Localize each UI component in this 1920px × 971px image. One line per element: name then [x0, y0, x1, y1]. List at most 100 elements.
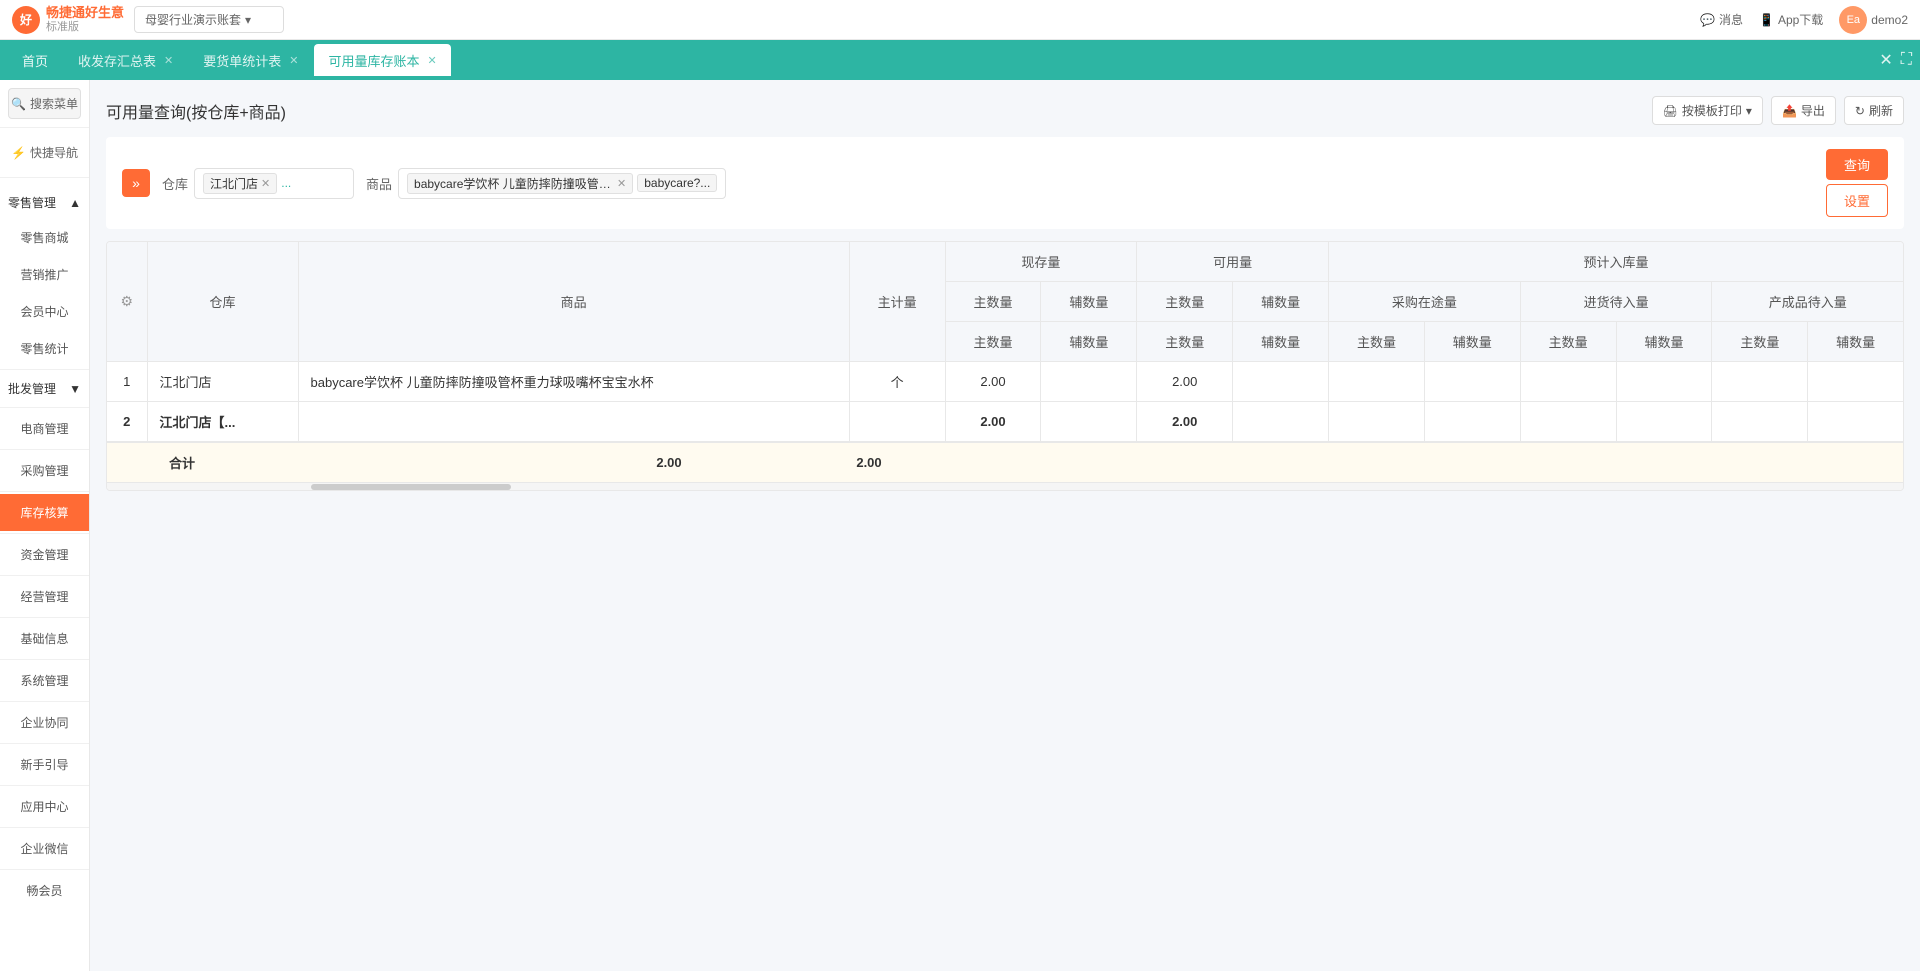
- sidebar-item-apps[interactable]: 应用中心: [0, 788, 89, 825]
- col-unit-header: 主计量: [849, 242, 945, 362]
- tab-close-available-stock[interactable]: ✕: [428, 54, 437, 67]
- sidebar-item-inventory[interactable]: 库存核算: [0, 494, 89, 531]
- col-production-pending-header: 产成品待入量: [1712, 282, 1903, 322]
- print-btn[interactable]: 🖨 按模板打印 ▾: [1652, 96, 1763, 125]
- cell-warehouse-2: 江北门店【...: [147, 402, 298, 442]
- search-menu-btn[interactable]: 🔍 搜索菜单: [8, 88, 81, 119]
- tab-close-receipts[interactable]: ✕: [164, 54, 173, 67]
- filter-expand-btn[interactable]: »: [122, 169, 150, 197]
- tab-bar-right: ✕ ⛶: [1879, 50, 1912, 70]
- sidebar-group-wholesale[interactable]: 批发管理 ▼: [0, 372, 89, 405]
- horizontal-scrollbar[interactable]: [107, 482, 1903, 490]
- cell-available-aux-2: [1233, 402, 1329, 442]
- sidebar-group-retail[interactable]: 零售管理 ▲: [0, 186, 89, 219]
- summary-current-main: 2.00: [619, 455, 719, 470]
- sidebar-item-retail-mall[interactable]: 零售商城: [0, 219, 89, 256]
- chevron-up-icon: ▲: [69, 196, 81, 210]
- settings-icon[interactable]: ⚙: [120, 293, 133, 309]
- close-window-icon[interactable]: ✕: [1879, 50, 1892, 70]
- search-icon: 🔍: [11, 97, 26, 111]
- expand-icon[interactable]: ⛶: [1901, 51, 1912, 69]
- settings-btn[interactable]: 设置: [1826, 184, 1888, 217]
- sidebar-item-purchase[interactable]: 采购管理: [0, 452, 89, 489]
- user-area[interactable]: Ea demo2: [1839, 6, 1908, 34]
- cell-production-aux-1: [1808, 362, 1903, 402]
- remove-product-tag-1[interactable]: ✕: [617, 177, 626, 190]
- sidebar-item-quick-nav[interactable]: ⚡ 快捷导航: [0, 136, 89, 169]
- remove-warehouse-tag[interactable]: ✕: [261, 177, 270, 190]
- col-current-main: 主数量: [945, 282, 1041, 322]
- cell-current-main-2: 2.00: [945, 402, 1041, 442]
- chevron-down-icon: ▼: [69, 382, 81, 396]
- cell-purchase-aux-2: [1424, 402, 1520, 442]
- col-warehouse-header: 仓库: [147, 242, 298, 362]
- cell-production-main-2: [1712, 402, 1808, 442]
- refresh-btn[interactable]: ↻ 刷新: [1844, 96, 1904, 125]
- col-current-aux: 辅数量: [1041, 282, 1137, 322]
- cell-production-aux-2: [1808, 402, 1903, 442]
- tab-order-summary[interactable]: 要货单统计表 ✕: [189, 44, 312, 76]
- sidebar-item-ecommerce[interactable]: 电商管理: [0, 410, 89, 447]
- query-btn[interactable]: 查询: [1826, 149, 1888, 180]
- cell-inbound-main-1: [1520, 362, 1616, 402]
- sidebar-item-guide[interactable]: 新手引导: [0, 746, 89, 783]
- warehouse-value-area[interactable]: 江北门店 ✕ ...: [194, 168, 354, 199]
- cell-current-aux-2: [1041, 402, 1137, 442]
- sidebar-item-enterprise[interactable]: 企业协同: [0, 704, 89, 741]
- top-bar-left: 好 畅捷通好生意 标准版 母婴行业演示账套 ▾: [12, 5, 284, 34]
- table-row: 2 江北门店【... 2.00 2.00: [107, 402, 1903, 442]
- export-btn[interactable]: 📤 导出: [1771, 96, 1836, 125]
- tab-home[interactable]: 首页: [8, 44, 62, 76]
- sidebar-item-members[interactable]: 会员中心: [0, 293, 89, 330]
- chevron-down-icon: ▾: [245, 13, 251, 27]
- page-container: 可用量查询(按仓库+商品) 🖨 按模板打印 ▾ 📤 导出 ↻ 刷新: [90, 80, 1920, 507]
- product-tag-2: babycare?...: [637, 174, 717, 192]
- sidebar-item-system[interactable]: 系统管理: [0, 662, 89, 699]
- sidebar-search: 🔍 搜索菜单: [0, 80, 89, 128]
- table-row: 1 江北门店 babycare学饮杯 儿童防摔防撞吸管杯重力球吸嘴杯宝宝水杯 个…: [107, 362, 1903, 402]
- top-bar: 好 畅捷通好生意 标准版 母婴行业演示账套 ▾ 💬 消息 📱 App下载 Ea …: [0, 0, 1920, 40]
- download-icon: 📱: [1759, 13, 1774, 27]
- content-area: 可用量查询(按仓库+商品) 🖨 按模板打印 ▾ 📤 导出 ↻ 刷新: [90, 80, 1920, 971]
- sidebar-item-basics[interactable]: 基础信息: [0, 620, 89, 657]
- page-actions: 🖨 按模板打印 ▾ 📤 导出 ↻ 刷新: [1652, 96, 1904, 125]
- data-table: ⚙ 仓库 商品 主计量 现存量 可用量 预计入库量 主数量 辅数量: [107, 242, 1903, 441]
- sidebar-quick-nav: ⚡ 快捷导航: [0, 128, 89, 178]
- filter-actions: 查询 设置: [1826, 149, 1888, 217]
- print-dropdown-icon: ▾: [1746, 104, 1752, 118]
- warehouse-filter: 仓库 江北门店 ✕ ...: [162, 168, 354, 199]
- col-h-ia: 辅数量: [1616, 322, 1712, 362]
- warehouse-more-btn[interactable]: ...: [281, 176, 291, 190]
- top-bar-right: 💬 消息 📱 App下载 Ea demo2: [1700, 6, 1908, 34]
- app-download-btn[interactable]: 📱 App下载: [1759, 11, 1823, 28]
- cell-current-aux-1: [1041, 362, 1137, 402]
- sidebar-item-marketing[interactable]: 营销推广: [0, 256, 89, 293]
- sidebar-item-finance[interactable]: 资金管理: [0, 536, 89, 573]
- tab-close-order-summary[interactable]: ✕: [289, 54, 298, 67]
- message-btn[interactable]: 💬 消息: [1700, 11, 1743, 28]
- product-filter: 商品 babycare学饮杯 儿童防摔防撞吸管杯重力球吸嘴杯宝宝水杯 ✕ bab…: [366, 168, 726, 199]
- col-h-pm: 主数量: [1329, 322, 1425, 362]
- cell-available-aux-1: [1233, 362, 1329, 402]
- sidebar-item-member[interactable]: 畅会员: [0, 872, 89, 909]
- logo-text: 畅捷通好生意 标准版: [46, 5, 124, 34]
- cell-production-main-1: [1712, 362, 1808, 402]
- logo-icon: 好: [12, 6, 40, 34]
- cell-product-2: [298, 402, 849, 442]
- col-h-prm: 主数量: [1712, 322, 1808, 362]
- cell-index-1: 1: [107, 362, 147, 402]
- col-available-header: 可用量: [1137, 242, 1329, 282]
- industry-select[interactable]: 母婴行业演示账套 ▾: [134, 6, 284, 33]
- sidebar-item-wechat[interactable]: 企业微信: [0, 830, 89, 867]
- product-value-area[interactable]: babycare学饮杯 儿童防摔防撞吸管杯重力球吸嘴杯宝宝水杯 ✕ babyca…: [398, 168, 726, 199]
- col-h-pa: 辅数量: [1424, 322, 1520, 362]
- tab-receipts[interactable]: 收发存汇总表 ✕: [64, 44, 187, 76]
- lightning-icon: ⚡: [11, 146, 26, 160]
- cell-purchase-main-2: [1329, 402, 1425, 442]
- sidebar-item-operations[interactable]: 经营管理: [0, 578, 89, 615]
- tab-available-stock[interactable]: 可用量库存账本 ✕: [314, 44, 450, 76]
- col-forecast-header: 预计入库量: [1329, 242, 1903, 282]
- sidebar-item-retail-stats[interactable]: 零售统计: [0, 330, 89, 367]
- sidebar-groups: 零售管理 ▲ 零售商城 营销推广 会员中心 零售统计 批发管理 ▼ 电商: [0, 178, 89, 917]
- cell-product-1: babycare学饮杯 儿童防摔防撞吸管杯重力球吸嘴杯宝宝水杯: [298, 362, 849, 402]
